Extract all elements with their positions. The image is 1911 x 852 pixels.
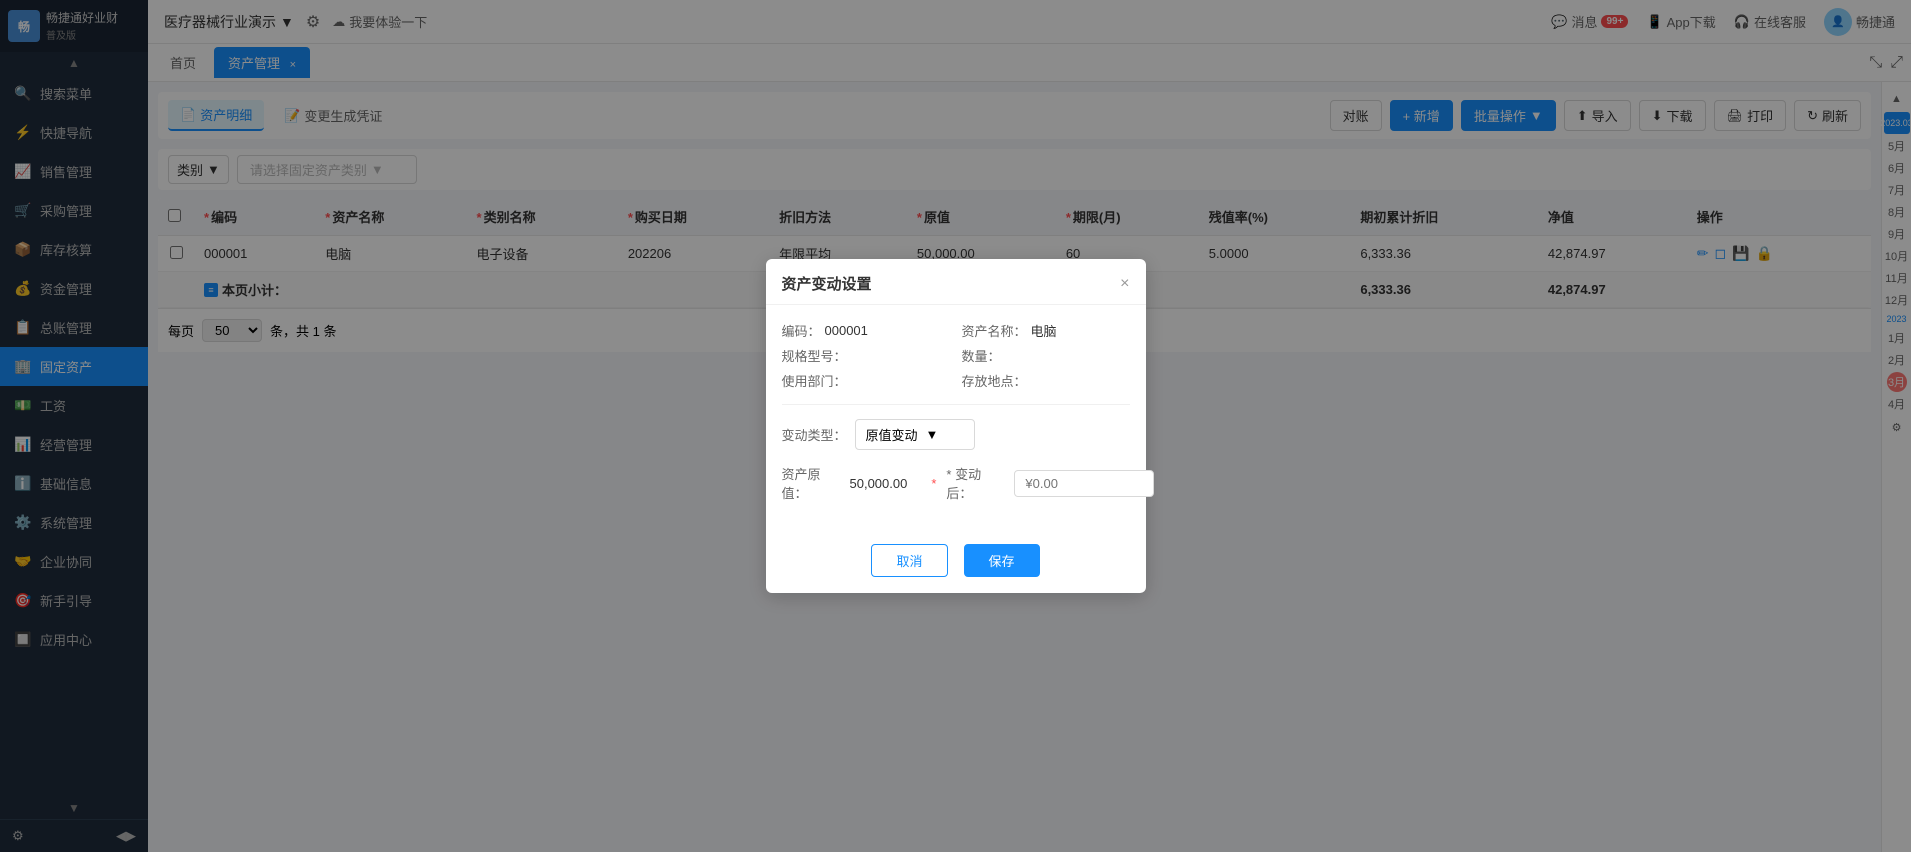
modal-location-row: 存放地点： [962, 371, 1130, 390]
change-type-dropdown-icon: ▼ [926, 427, 939, 442]
required-star: * [931, 476, 936, 491]
change-type-select[interactable]: 原值变动 ▼ [855, 419, 975, 450]
modal-code-row: 编码： 000001 [782, 321, 950, 340]
modal-department-row: 使用部门： [782, 371, 950, 390]
modal-name-row: 资产名称： 电脑 [962, 321, 1130, 340]
cancel-button[interactable]: 取消 [871, 544, 947, 577]
save-button[interactable]: 保存 [964, 544, 1040, 577]
modal-header: 资产变动设置 × [766, 259, 1146, 305]
modal-divider [782, 404, 1130, 405]
after-change-input[interactable] [1014, 470, 1154, 497]
modal-original-value-row: 资产原值： 50,000.00 * * 变动后： [782, 464, 1130, 502]
modal-close-btn[interactable]: × [1120, 275, 1129, 293]
modal-original-value: 50,000.00 [850, 476, 908, 491]
modal-spec-row: 规格型号： [782, 346, 950, 365]
modal-code-value: 000001 [825, 323, 868, 338]
asset-change-modal: 资产变动设置 × 编码： 000001 资产名称： 电脑 规格型号： 数量： [766, 259, 1146, 593]
modal-footer: 取消 保存 [766, 532, 1146, 593]
modal-info-grid: 编码： 000001 资产名称： 电脑 规格型号： 数量： 使用部门： [782, 321, 1130, 390]
modal-body: 编码： 000001 资产名称： 电脑 规格型号： 数量： 使用部门： [766, 305, 1146, 532]
modal-change-type-row: 变动类型： 原值变动 ▼ [782, 419, 1130, 450]
modal-overlay: 资产变动设置 × 编码： 000001 资产名称： 电脑 规格型号： 数量： [0, 0, 1911, 852]
modal-quantity-row: 数量： [962, 346, 1130, 365]
modal-title: 资产变动设置 [782, 273, 872, 294]
modal-name-value: 电脑 [1031, 321, 1057, 340]
